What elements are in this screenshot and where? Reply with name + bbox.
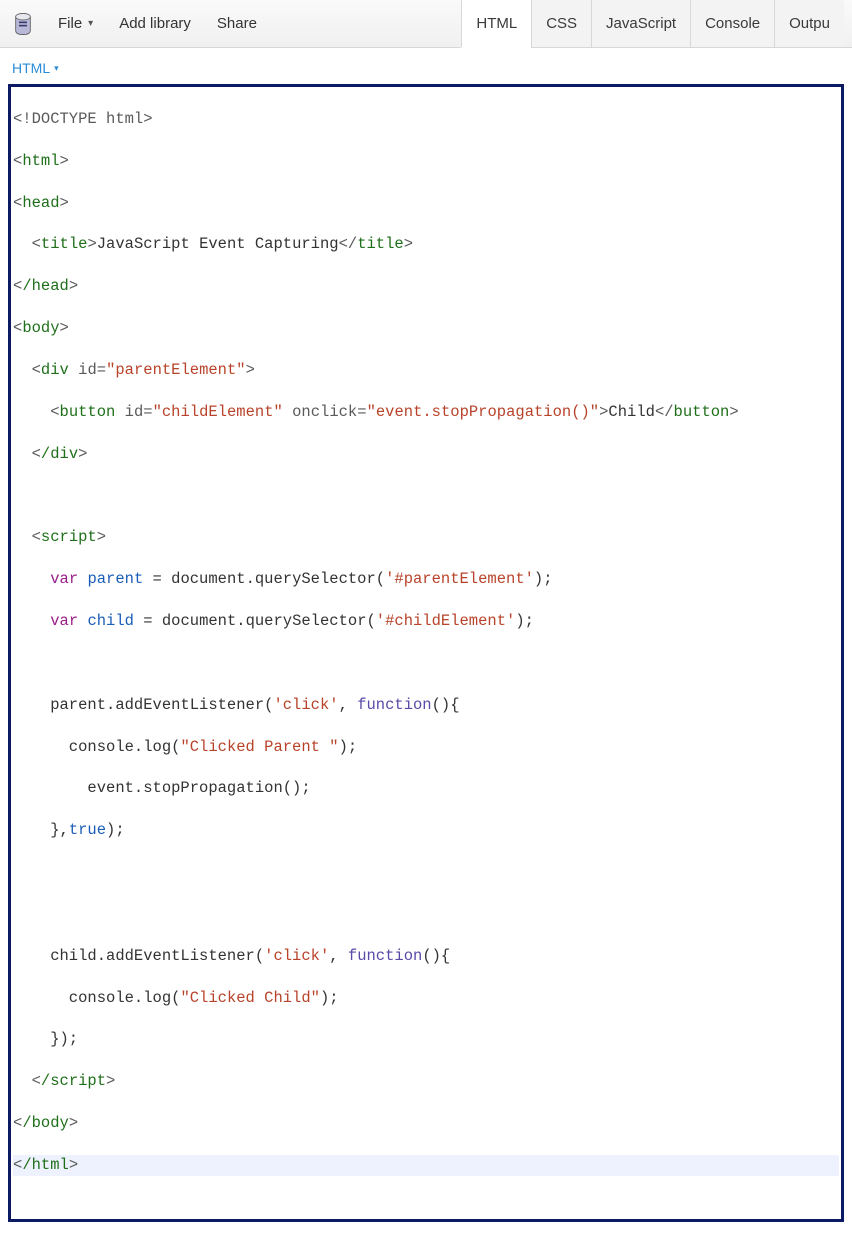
add-library-button[interactable]: Add library	[115, 11, 195, 36]
toolbar-left: File ▾ Add library Share	[10, 11, 261, 37]
top-toolbar: File ▾ Add library Share HTML CSS JavaSc…	[0, 0, 852, 48]
share-button[interactable]: Share	[213, 11, 261, 36]
tab-output[interactable]: Outpu	[774, 0, 844, 47]
tab-html[interactable]: HTML	[461, 0, 531, 48]
toolbar-right: HTML CSS JavaScript Console Outpu	[461, 0, 844, 47]
code-text: <!DOCTYPE html>	[13, 110, 153, 128]
language-select-label: HTML	[12, 60, 50, 76]
dropdown-triangle-icon: ▾	[54, 63, 59, 74]
tab-css[interactable]: CSS	[531, 0, 591, 47]
file-menu-label: File	[58, 15, 82, 32]
editor-area: HTML ▾ <!DOCTYPE html> <html> <head> <ti…	[0, 48, 852, 1234]
tab-console[interactable]: Console	[690, 0, 774, 47]
file-menu[interactable]: File ▾	[54, 11, 97, 36]
tab-javascript[interactable]: JavaScript	[591, 0, 690, 47]
jsbin-logo-icon[interactable]	[10, 11, 36, 37]
code-editor[interactable]: <!DOCTYPE html> <html> <head> <title>Jav…	[8, 84, 844, 1222]
language-select[interactable]: HTML ▾	[12, 60, 59, 76]
dropdown-triangle-icon: ▾	[88, 18, 93, 29]
language-tab-row: HTML ▾	[8, 56, 844, 84]
